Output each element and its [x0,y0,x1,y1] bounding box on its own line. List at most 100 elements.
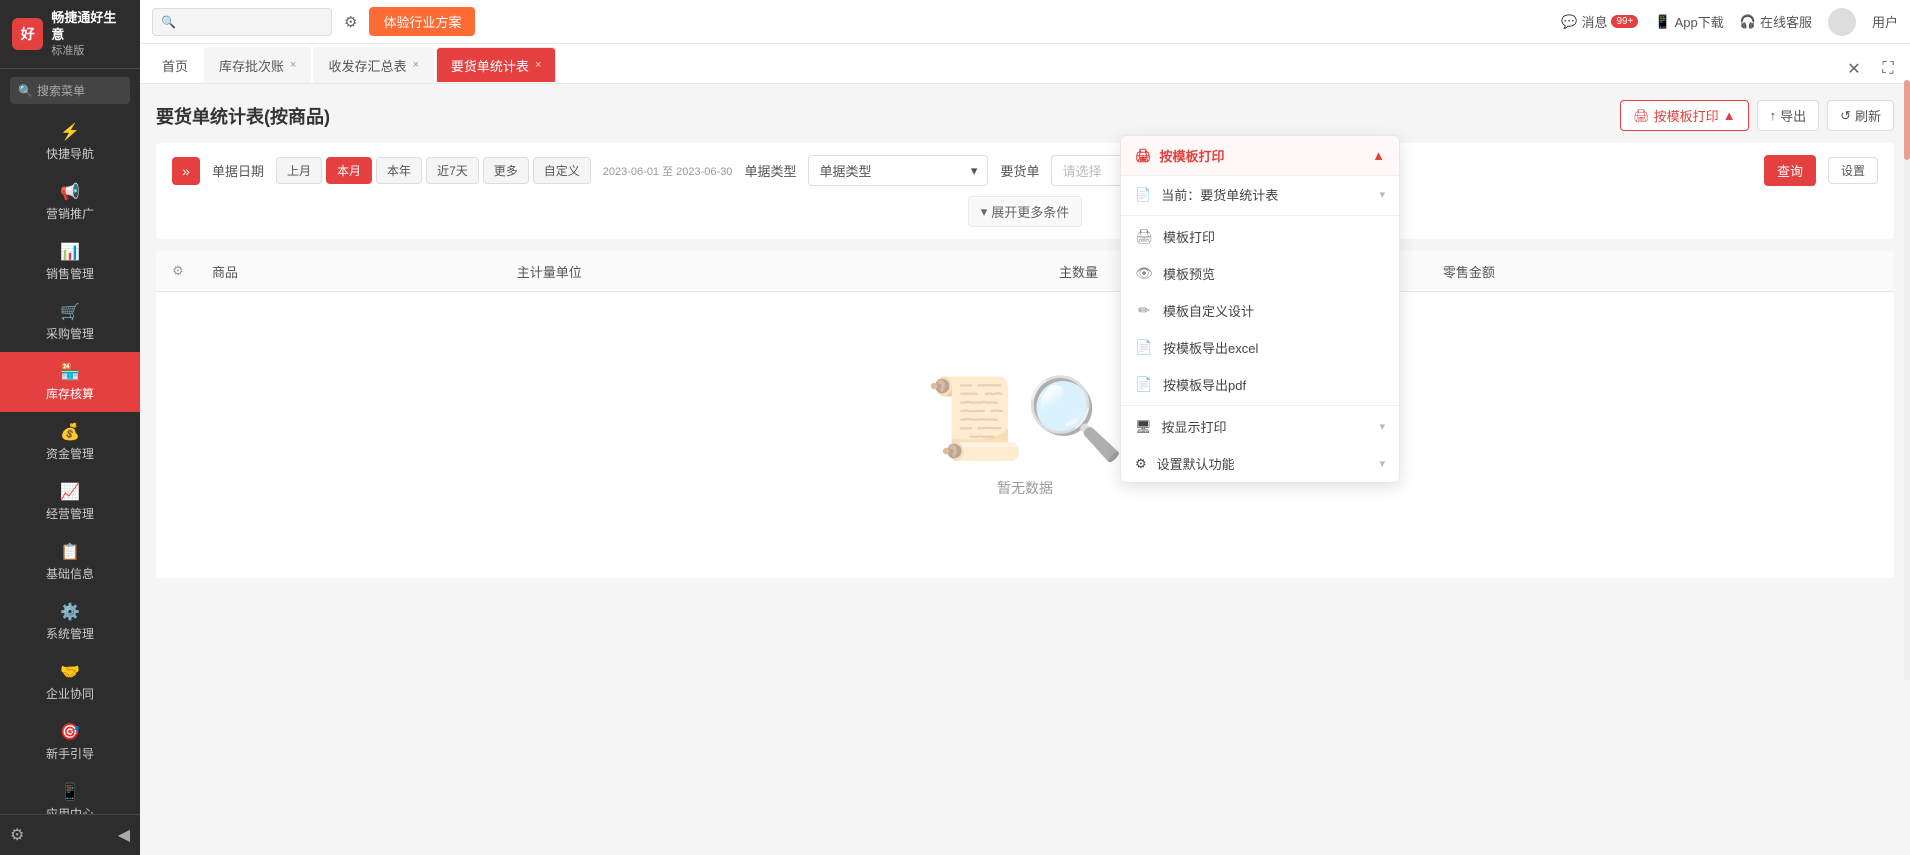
template-preview-label: 模板预览 [1163,264,1215,283]
collection-summary-tab-close[interactable]: × [412,60,418,71]
tab-home[interactable]: 首页 [148,47,202,83]
scrollbar-thumb[interactable] [1904,80,1910,160]
page-actions: 🖨 按模板打印 ▲ ↑ 导出 ↺ 刷新 [1620,100,1894,131]
quick-nav-label: 快捷导航 [46,145,94,162]
sidebar-item-operations[interactable]: 📈 经营管理 [0,472,140,532]
sidebar-item-corp[interactable]: 🤝 企业协同 [0,652,140,712]
default-function-item[interactable]: ⚙ 设置默认功能 ▾ [1121,445,1399,482]
tab-collection-summary[interactable]: 收发存汇总表 × [313,47,433,83]
message-icon: 💬 [1561,14,1577,30]
order-stats-tab-close[interactable]: × [535,60,541,71]
user-avatar[interactable] [1828,8,1856,36]
sidebar-item-finance[interactable]: 💰 资金管理 [0,412,140,472]
sidebar-item-system[interactable]: ⚙️ 系统管理 [0,592,140,652]
date-btn-7days[interactable]: 近7天 [426,157,479,184]
topbar-search[interactable]: 🔍 [152,8,332,36]
print-template-dropdown: 🖨 按模板打印 ▲ 📄 当前：要货单统计表 ▾ 🖨 模板打印 👁 模板预览 ✏ … [1120,135,1400,483]
tab-order-stats[interactable]: 要货单统计表 × [436,47,556,83]
search-menu-label: 搜索菜单 [37,82,85,99]
date-btn-current-month[interactable]: 本月 [326,157,372,184]
default-function-chevron: ▾ [1379,457,1385,470]
order-type-select[interactable]: 单据类型 ▾ [808,155,988,186]
tab-batch-account[interactable]: 库存批次账 × [204,47,311,83]
date-range-display: 2023-06-01 至 2023-06-30 [603,163,733,179]
search-menu[interactable]: 🔍 搜索菜单 [10,77,130,104]
page-title: 要货单统计表(按商品) [156,103,330,129]
template-preview-item[interactable]: 👁 模板预览 [1121,255,1399,292]
topbar-gear-icon[interactable]: ⚙ [344,13,357,31]
template-design-item[interactable]: ✏ 模板自定义设计 [1121,292,1399,329]
settings-button[interactable]: 设置 [1828,157,1878,184]
sidebar-item-sales[interactable]: 📊 销售管理 [0,232,140,292]
template-export-excel-item[interactable]: 📄 按模板导出excel [1121,329,1399,366]
message-badge: 99+ [1611,15,1638,28]
date-btn-more[interactable]: 更多 [483,157,529,184]
dropdown-header[interactable]: 🖨 按模板打印 ▲ [1121,136,1399,176]
online-service-button[interactable]: 🎧 在线客服 [1740,12,1812,31]
template-print-item[interactable]: 🖨 模板打印 [1121,218,1399,255]
settings-bottom-icon[interactable]: ⚙ [10,825,24,845]
close-tab-button[interactable]: ✕ [1840,55,1868,83]
print-template-button[interactable]: 🖨 按模板打印 ▲ [1620,100,1748,131]
purchase-icon: 🛒 [60,302,80,322]
finance-label: 资金管理 [46,445,94,462]
data-table: ⚙ 商品 主计量单位 主数量 零售金额 [156,251,1894,578]
sidebar-item-inventory[interactable]: 🏪 库存核算 [0,352,140,412]
sidebar-item-marketing[interactable]: 📢 营销推广 [0,172,140,232]
date-btn-last-month[interactable]: 上月 [276,157,322,184]
date-btn-custom[interactable]: 自定义 [533,157,591,184]
sidebar-item-apps[interactable]: 📱 应用中心 [0,772,140,814]
print-chevron-up-icon: ▲ [1723,108,1736,123]
template-export-excel-label: 按模板导出excel [1163,338,1258,357]
dropdown-title: 按模板打印 [1160,146,1225,165]
expand-more-row: ▾ 展开更多条件 [172,196,1878,227]
template-export-excel-icon: 📄 [1135,339,1153,356]
collapse-icon[interactable]: ◀ [118,825,130,845]
sidebar-item-basics[interactable]: 📋 基础信息 [0,532,140,592]
search-icon: 🔍 [18,84,33,98]
dropdown-close-chevron[interactable]: ▲ [1372,148,1385,163]
order-type-value: 单据类型 [819,161,871,180]
refresh-button[interactable]: ↺ 刷新 [1827,100,1894,131]
table-goods-col: 商品 [200,251,505,292]
page-header: 要货单统计表(按商品) 🖨 按模板打印 ▲ ↑ 导出 ↺ 刷新 [156,100,1894,131]
current-template-label: 当前：要货单统计表 [1161,185,1278,204]
default-function-icon: ⚙ [1135,456,1147,472]
template-export-pdf-item[interactable]: 📄 按模板导出pdf [1121,366,1399,403]
expand-more-button[interactable]: ▾ 展开更多条件 [968,196,1083,227]
trial-button[interactable]: 体验行业方案 [369,7,475,36]
tabbar-right: ✕ ⛶ [1840,55,1902,83]
maximize-button[interactable]: ⛶ [1874,55,1902,83]
sidebar-item-quick-nav[interactable]: ⚡ 快捷导航 [0,112,140,172]
app-download-button[interactable]: 📱 App下载 [1654,12,1723,31]
corp-icon: 🤝 [60,662,80,682]
current-template-chevron: ▾ [1379,188,1385,201]
filter-toggle-button[interactable]: » [172,157,200,185]
empty-state-row: 📜🔍 暂无数据 [156,292,1894,579]
table-section: ⚙ 商品 主计量单位 主数量 零售金额 [156,251,1894,578]
current-template-item[interactable]: 📄 当前：要货单统计表 ▾ [1121,176,1399,213]
filter-section: » 单据日期 上月 本月 本年 近7天 更多 自定义 2023-06-01 至 … [156,143,1894,239]
sidebar: 好 畅捷通好生意 标准版 🔍 搜索菜单 ⚡ 快捷导航 📢 营销推广 📊 销售管理… [0,0,140,855]
empty-icon: 📜🔍 [925,372,1124,466]
empty-state: 📜🔍 暂无数据 [156,292,1894,578]
sidebar-item-purchase[interactable]: 🛒 采购管理 [0,292,140,352]
collection-summary-tab-label: 收发存汇总表 [328,56,406,75]
template-print-icon: 🖨 [1135,228,1153,245]
logo-icon: 好 [12,18,43,50]
corp-label: 企业协同 [46,685,94,702]
date-btn-current-year[interactable]: 本年 [376,157,422,184]
table-unit-col: 主计量单位 [505,251,1047,292]
message-button[interactable]: 💬 消息 99+ [1561,12,1638,31]
sidebar-item-guide[interactable]: 🎯 新手引导 [0,712,140,772]
export-button[interactable]: ↑ 导出 [1757,100,1820,131]
quick-nav-icon: ⚡ [60,122,80,142]
display-print-item[interactable]: 🖥 按显示打印 ▾ [1121,408,1399,445]
query-button[interactable]: 查询 [1764,155,1816,186]
table-column-settings-icon[interactable]: ⚙ [168,261,188,281]
marketing-icon: 📢 [60,182,80,202]
table-settings-col: ⚙ [156,251,200,292]
date-options-group: 上月 本月 本年 近7天 更多 自定义 [276,157,591,184]
order-type-chevron: ▾ [971,163,978,179]
batch-account-tab-close[interactable]: × [290,60,296,71]
